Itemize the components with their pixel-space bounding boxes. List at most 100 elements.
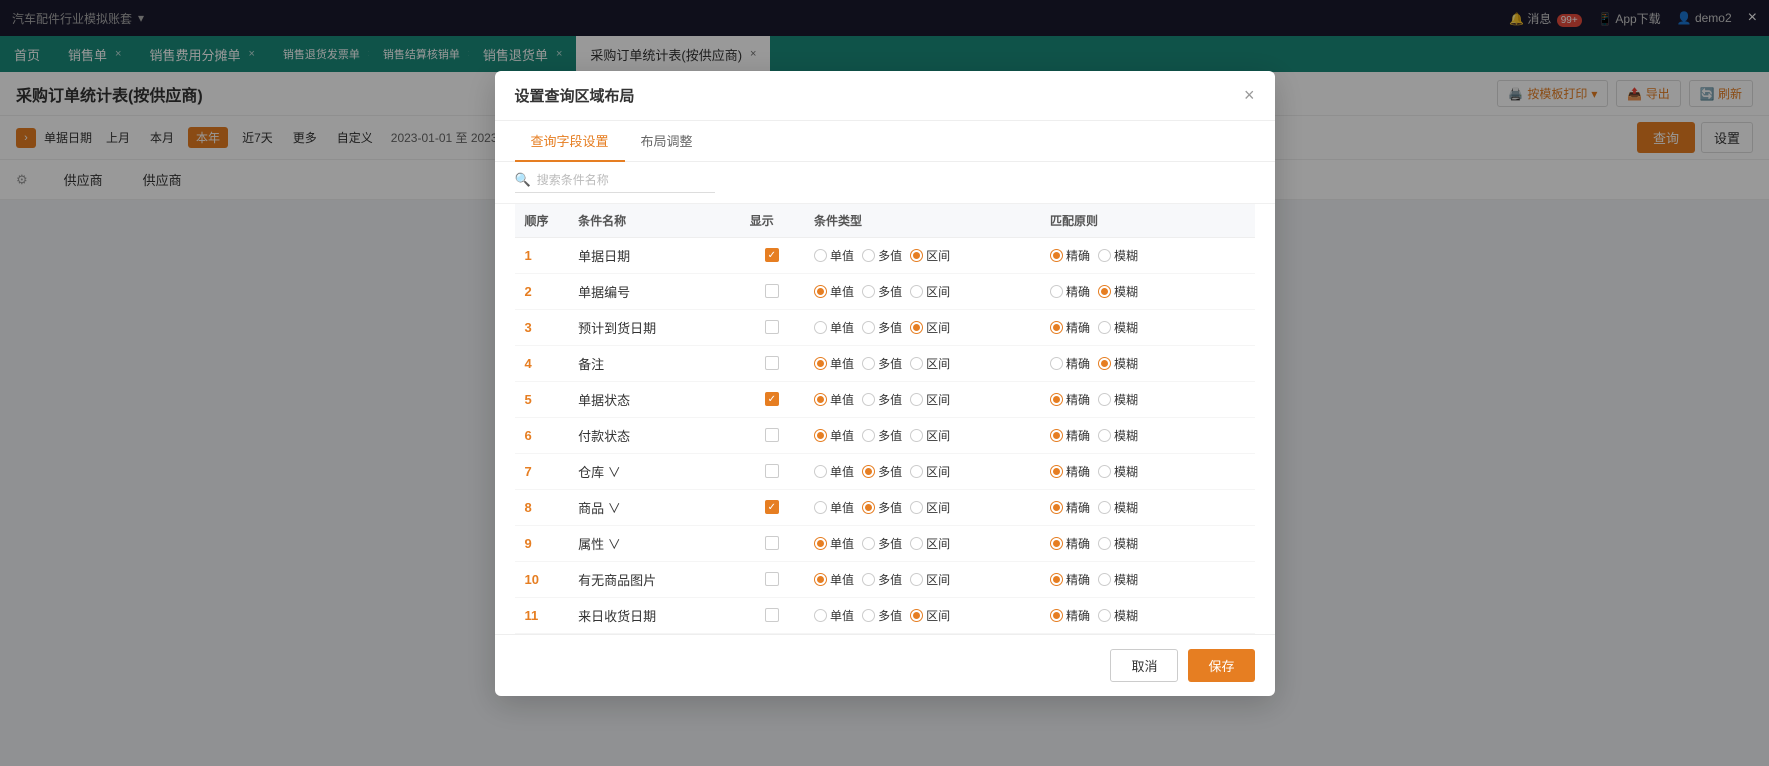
radio-match-模糊[interactable]: 模糊 — [1098, 355, 1138, 372]
radio-match-精确[interactable]: 精确 — [1050, 355, 1090, 372]
radio-match-精确[interactable]: 精确 — [1050, 283, 1090, 300]
show-checkbox[interactable] — [765, 356, 779, 370]
modal-close-button[interactable]: × — [1244, 86, 1255, 104]
search-input[interactable] — [537, 173, 715, 187]
cell-match: 精确模糊 — [1040, 525, 1255, 561]
radio-type-多值[interactable]: 多值 — [862, 391, 902, 408]
radio-type-单值[interactable]: 单值 — [814, 319, 854, 336]
show-checkbox[interactable] — [765, 284, 779, 298]
radio-match-精确[interactable]: 精确 — [1050, 391, 1090, 408]
th-order: 顺序 — [515, 204, 569, 238]
table-row: 3预计到货日期单值多值区间精确模糊 — [515, 309, 1255, 345]
cell-name: 商品 ∨ — [568, 489, 740, 525]
radio-match-模糊[interactable]: 模糊 — [1098, 499, 1138, 516]
radio-match-模糊[interactable]: 模糊 — [1098, 427, 1138, 444]
radio-type-区间[interactable]: 区间 — [910, 463, 950, 480]
radio-type-单值[interactable]: 单值 — [814, 427, 854, 444]
cell-match: 精确模糊 — [1040, 489, 1255, 525]
radio-match-模糊[interactable]: 模糊 — [1098, 535, 1138, 552]
cancel-button[interactable]: 取消 — [1110, 649, 1178, 682]
cell-order: 11 — [515, 597, 569, 633]
cell-order: 7 — [515, 453, 569, 489]
radio-match-精确[interactable]: 精确 — [1050, 535, 1090, 552]
cell-type: 单值多值区间 — [804, 525, 1040, 561]
radio-match-精确[interactable]: 精确 — [1050, 319, 1090, 336]
radio-type-区间[interactable]: 区间 — [910, 319, 950, 336]
radio-type-多值[interactable]: 多值 — [862, 247, 902, 264]
settings-modal: 设置查询区域布局 × 查询字段设置 布局调整 🔍 顺序 — [495, 71, 1275, 696]
radio-type-单值[interactable]: 单值 — [814, 391, 854, 408]
radio-match-精确[interactable]: 精确 — [1050, 607, 1090, 624]
modal-header: 设置查询区域布局 × — [495, 71, 1275, 121]
radio-type-多值[interactable]: 多值 — [862, 463, 902, 480]
cell-match: 精确模糊 — [1040, 273, 1255, 309]
radio-match-精确[interactable]: 精确 — [1050, 571, 1090, 588]
radio-type-区间[interactable]: 区间 — [910, 283, 950, 300]
table-row: 5单据状态单值多值区间精确模糊 — [515, 381, 1255, 417]
radio-type-多值[interactable]: 多值 — [862, 283, 902, 300]
radio-type-多值[interactable]: 多值 — [862, 319, 902, 336]
radio-type-多值[interactable]: 多值 — [862, 535, 902, 552]
th-show: 显示 — [740, 204, 804, 238]
radio-type-单值[interactable]: 单值 — [814, 283, 854, 300]
show-checkbox[interactable] — [765, 320, 779, 334]
show-checkbox[interactable] — [765, 572, 779, 586]
radio-type-单值[interactable]: 单值 — [814, 535, 854, 552]
radio-type-多值[interactable]: 多值 — [862, 499, 902, 516]
radio-match-模糊[interactable]: 模糊 — [1098, 391, 1138, 408]
cell-name: 单据编号 — [568, 273, 740, 309]
radio-match-精确[interactable]: 精确 — [1050, 247, 1090, 264]
radio-type-单值[interactable]: 单值 — [814, 355, 854, 372]
cell-type: 单值多值区间 — [804, 345, 1040, 381]
show-checkbox[interactable] — [765, 536, 779, 550]
save-button[interactable]: 保存 — [1188, 649, 1254, 682]
modal-tab-query-fields[interactable]: 查询字段设置 — [515, 121, 625, 162]
radio-type-区间[interactable]: 区间 — [910, 571, 950, 588]
cell-order: 3 — [515, 309, 569, 345]
table-head: 顺序 条件名称 显示 条件类型 匹配原则 — [515, 204, 1255, 238]
radio-type-多值[interactable]: 多值 — [862, 427, 902, 444]
radio-type-区间[interactable]: 区间 — [910, 427, 950, 444]
radio-match-模糊[interactable]: 模糊 — [1098, 319, 1138, 336]
modal-footer: 取消 保存 — [495, 634, 1275, 696]
show-checkbox[interactable] — [765, 428, 779, 442]
radio-type-区间[interactable]: 区间 — [910, 499, 950, 516]
show-checkbox[interactable] — [765, 248, 779, 262]
radio-type-单值[interactable]: 单值 — [814, 463, 854, 480]
radio-type-区间[interactable]: 区间 — [910, 391, 950, 408]
radio-match-模糊[interactable]: 模糊 — [1098, 247, 1138, 264]
show-checkbox[interactable] — [765, 392, 779, 406]
cell-match: 精确模糊 — [1040, 417, 1255, 453]
radio-type-多值[interactable]: 多值 — [862, 607, 902, 624]
show-checkbox[interactable] — [765, 608, 779, 622]
radio-match-模糊[interactable]: 模糊 — [1098, 463, 1138, 480]
cell-order: 9 — [515, 525, 569, 561]
cell-name: 来日收货日期 — [568, 597, 740, 633]
show-checkbox[interactable] — [765, 500, 779, 514]
radio-type-区间[interactable]: 区间 — [910, 607, 950, 624]
radio-type-单值[interactable]: 单值 — [814, 499, 854, 516]
radio-type-多值[interactable]: 多值 — [862, 571, 902, 588]
radio-type-多值[interactable]: 多值 — [862, 355, 902, 372]
radio-type-单值[interactable]: 单值 — [814, 247, 854, 264]
cell-order: 6 — [515, 417, 569, 453]
search-icon: 🔍 — [515, 172, 531, 188]
radio-match-精确[interactable]: 精确 — [1050, 463, 1090, 480]
radio-match-模糊[interactable]: 模糊 — [1098, 283, 1138, 300]
th-name: 条件名称 — [568, 204, 740, 238]
modal-table: 顺序 条件名称 显示 条件类型 匹配原则 1单据日期单值多值区间精确模糊2单据编… — [495, 204, 1275, 634]
modal-tab-layout[interactable]: 布局调整 — [625, 121, 709, 162]
cell-order: 10 — [515, 561, 569, 597]
cell-order: 8 — [515, 489, 569, 525]
radio-type-单值[interactable]: 单值 — [814, 607, 854, 624]
radio-type-单值[interactable]: 单值 — [814, 571, 854, 588]
radio-match-精确[interactable]: 精确 — [1050, 427, 1090, 444]
radio-type-区间[interactable]: 区间 — [910, 535, 950, 552]
radio-type-区间[interactable]: 区间 — [910, 355, 950, 372]
radio-match-模糊[interactable]: 模糊 — [1098, 571, 1138, 588]
show-checkbox[interactable] — [765, 464, 779, 478]
radio-match-精确[interactable]: 精确 — [1050, 499, 1090, 516]
radio-type-区间[interactable]: 区间 — [910, 247, 950, 264]
radio-match-模糊[interactable]: 模糊 — [1098, 607, 1138, 624]
table-row: 10有无商品图片单值多值区间精确模糊 — [515, 561, 1255, 597]
